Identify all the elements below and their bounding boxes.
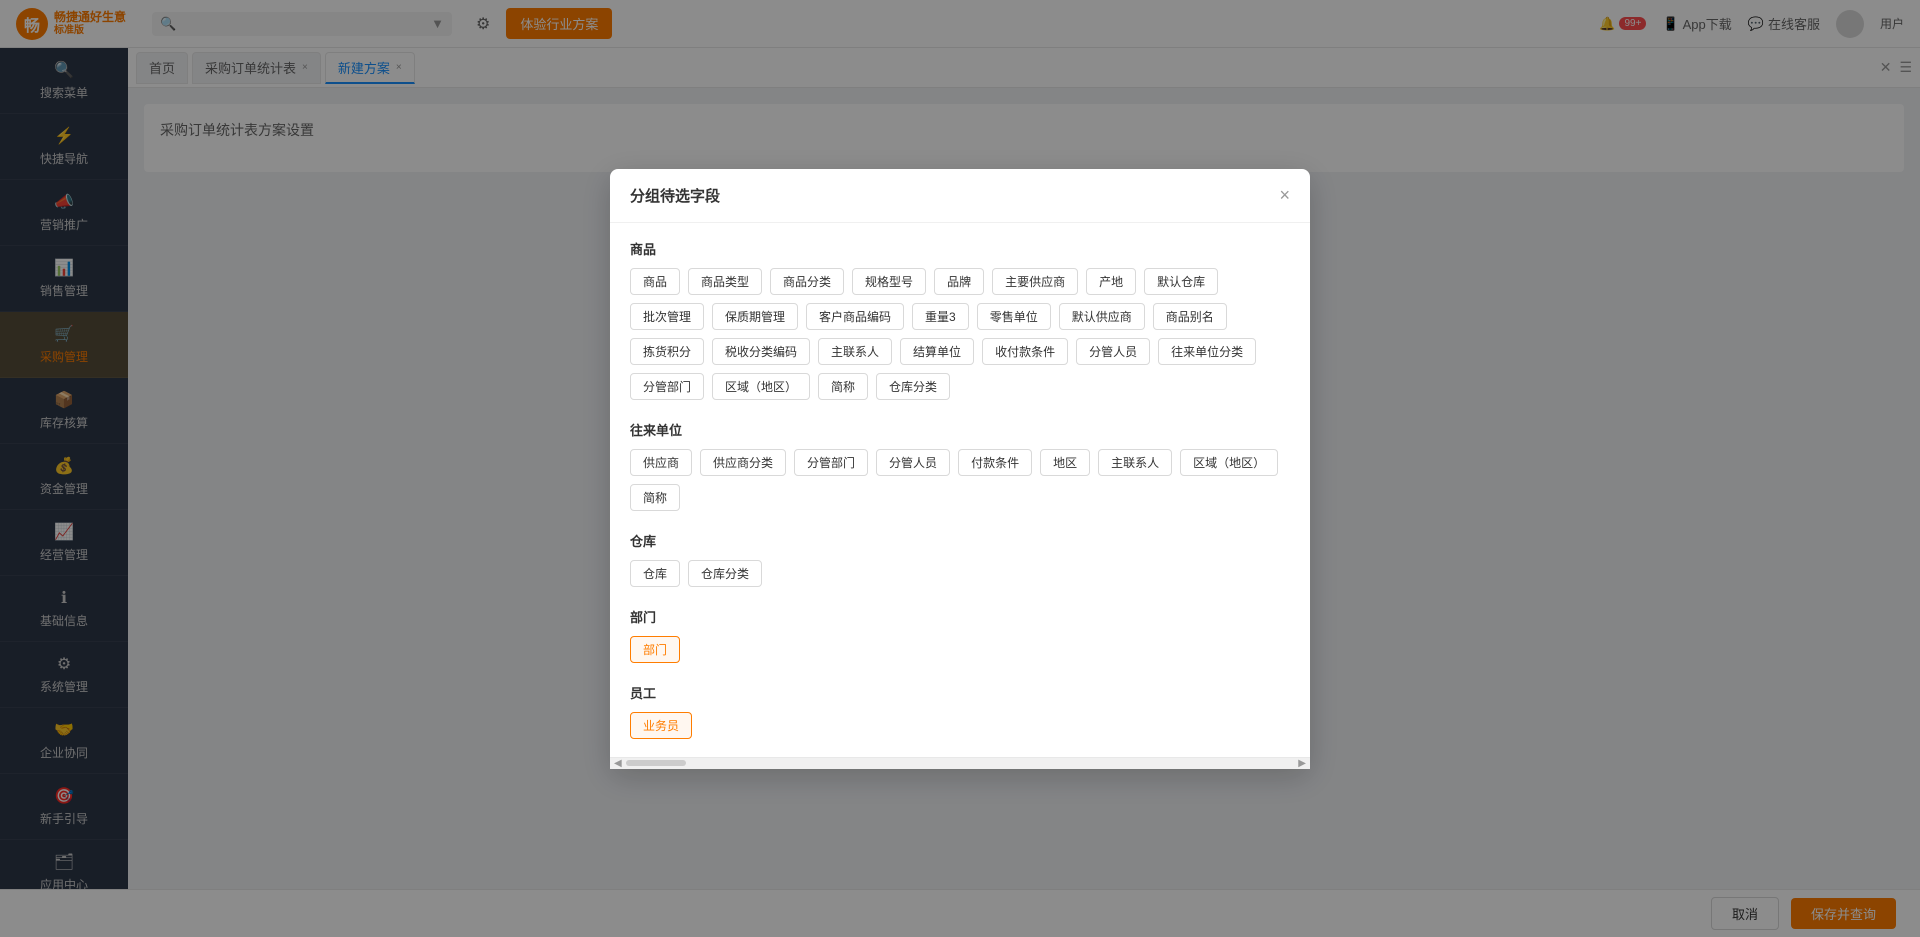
tag-short-name[interactable]: 简称	[818, 373, 868, 400]
section-partner: 往来单位 供应商 供应商分类 分管部门 分管人员 付款条件 地区 主联系人 区域…	[630, 420, 1290, 511]
section-product: 商品 商品 商品类型 商品分类 规格型号 品牌 主要供应商 产地 默认仓库 批次…	[630, 239, 1290, 400]
tag-main-supplier[interactable]: 主要供应商	[992, 268, 1078, 295]
field-select-modal: 分组待选字段 × 商品 商品 商品类型 商品分类 规格型号 品牌 主要供应商 产…	[610, 169, 1310, 769]
tag-supplier[interactable]: 供应商	[630, 449, 692, 476]
tag-spec-model[interactable]: 规格型号	[852, 268, 926, 295]
section-dept-tags: 部门	[630, 636, 1290, 663]
tag-payment-condition[interactable]: 付款条件	[958, 449, 1032, 476]
modal-close-button[interactable]: ×	[1279, 185, 1290, 206]
tag-main-contact[interactable]: 主联系人	[818, 338, 892, 365]
tag-warehouse[interactable]: 仓库	[630, 560, 680, 587]
tag-supplier-category[interactable]: 供应商分类	[700, 449, 786, 476]
section-warehouse: 仓库 仓库 仓库分类	[630, 531, 1290, 587]
scroll-left-indicator: ◀	[614, 758, 622, 769]
tag-settlement-unit[interactable]: 结算单位	[900, 338, 974, 365]
tag-retail-unit[interactable]: 零售单位	[977, 303, 1051, 330]
tag-weight3[interactable]: 重量3	[912, 303, 969, 330]
tag-managed-dept[interactable]: 分管部门	[794, 449, 868, 476]
tag-dept-managed[interactable]: 分管部门	[630, 373, 704, 400]
tag-customer-code[interactable]: 客户商品编码	[806, 303, 904, 330]
tag-area[interactable]: 地区	[1040, 449, 1090, 476]
section-product-title: 商品	[630, 239, 1290, 258]
section-warehouse-tags: 仓库 仓库分类	[630, 560, 1290, 587]
tag-product-category[interactable]: 商品分类	[770, 268, 844, 295]
section-employee-title: 员工	[630, 683, 1290, 702]
tag-pick-points[interactable]: 拣货积分	[630, 338, 704, 365]
section-employee: 员工 业务员	[630, 683, 1290, 739]
tag-managed-person[interactable]: 分管人员	[876, 449, 950, 476]
scroll-right-indicator: ▶	[1298, 758, 1306, 769]
tag-tax-code[interactable]: 税收分类编码	[712, 338, 810, 365]
tag-product-alias[interactable]: 商品别名	[1153, 303, 1227, 330]
section-product-tags: 商品 商品类型 商品分类 规格型号 品牌 主要供应商 产地 默认仓库 批次管理 …	[630, 268, 1290, 400]
tag-warehouse-category[interactable]: 仓库分类	[876, 373, 950, 400]
section-partner-title: 往来单位	[630, 420, 1290, 439]
tag-payment-terms[interactable]: 收付款条件	[982, 338, 1068, 365]
tag-warehouse-cat[interactable]: 仓库分类	[688, 560, 762, 587]
section-employee-tags: 业务员	[630, 712, 1290, 739]
modal-title: 分组待选字段	[630, 185, 720, 206]
modal-header: 分组待选字段 ×	[610, 169, 1310, 223]
section-dept-title: 部门	[630, 607, 1290, 626]
tag-product-type[interactable]: 商品类型	[688, 268, 762, 295]
tag-expiry-mgmt[interactable]: 保质期管理	[712, 303, 798, 330]
section-dept: 部门 部门	[630, 607, 1290, 663]
tag-dept[interactable]: 部门	[630, 636, 680, 663]
tag-salesperson[interactable]: 业务员	[630, 712, 692, 739]
tag-supervisor[interactable]: 分管人员	[1076, 338, 1150, 365]
tag-partner-category[interactable]: 往来单位分类	[1158, 338, 1256, 365]
tag-default-warehouse[interactable]: 默认仓库	[1144, 268, 1218, 295]
modal-body[interactable]: 商品 商品 商品类型 商品分类 规格型号 品牌 主要供应商 产地 默认仓库 批次…	[610, 223, 1310, 757]
section-warehouse-title: 仓库	[630, 531, 1290, 550]
modal-overlay: 分组待选字段 × 商品 商品 商品类型 商品分类 规格型号 品牌 主要供应商 产…	[0, 0, 1920, 937]
scroll-thumb[interactable]	[626, 760, 686, 766]
tag-main-contact2[interactable]: 主联系人	[1098, 449, 1172, 476]
tag-brand[interactable]: 品牌	[934, 268, 984, 295]
tag-origin[interactable]: 产地	[1086, 268, 1136, 295]
tag-region2[interactable]: 区域（地区）	[1180, 449, 1278, 476]
tag-product[interactable]: 商品	[630, 268, 680, 295]
tag-batch-mgmt[interactable]: 批次管理	[630, 303, 704, 330]
section-partner-tags: 供应商 供应商分类 分管部门 分管人员 付款条件 地区 主联系人 区域（地区） …	[630, 449, 1290, 511]
modal-horizontal-scrollbar[interactable]: ◀ ▶	[610, 757, 1310, 769]
tag-default-supplier[interactable]: 默认供应商	[1059, 303, 1145, 330]
tag-region-area[interactable]: 区域（地区）	[712, 373, 810, 400]
tag-abbreviation2[interactable]: 简称	[630, 484, 680, 511]
